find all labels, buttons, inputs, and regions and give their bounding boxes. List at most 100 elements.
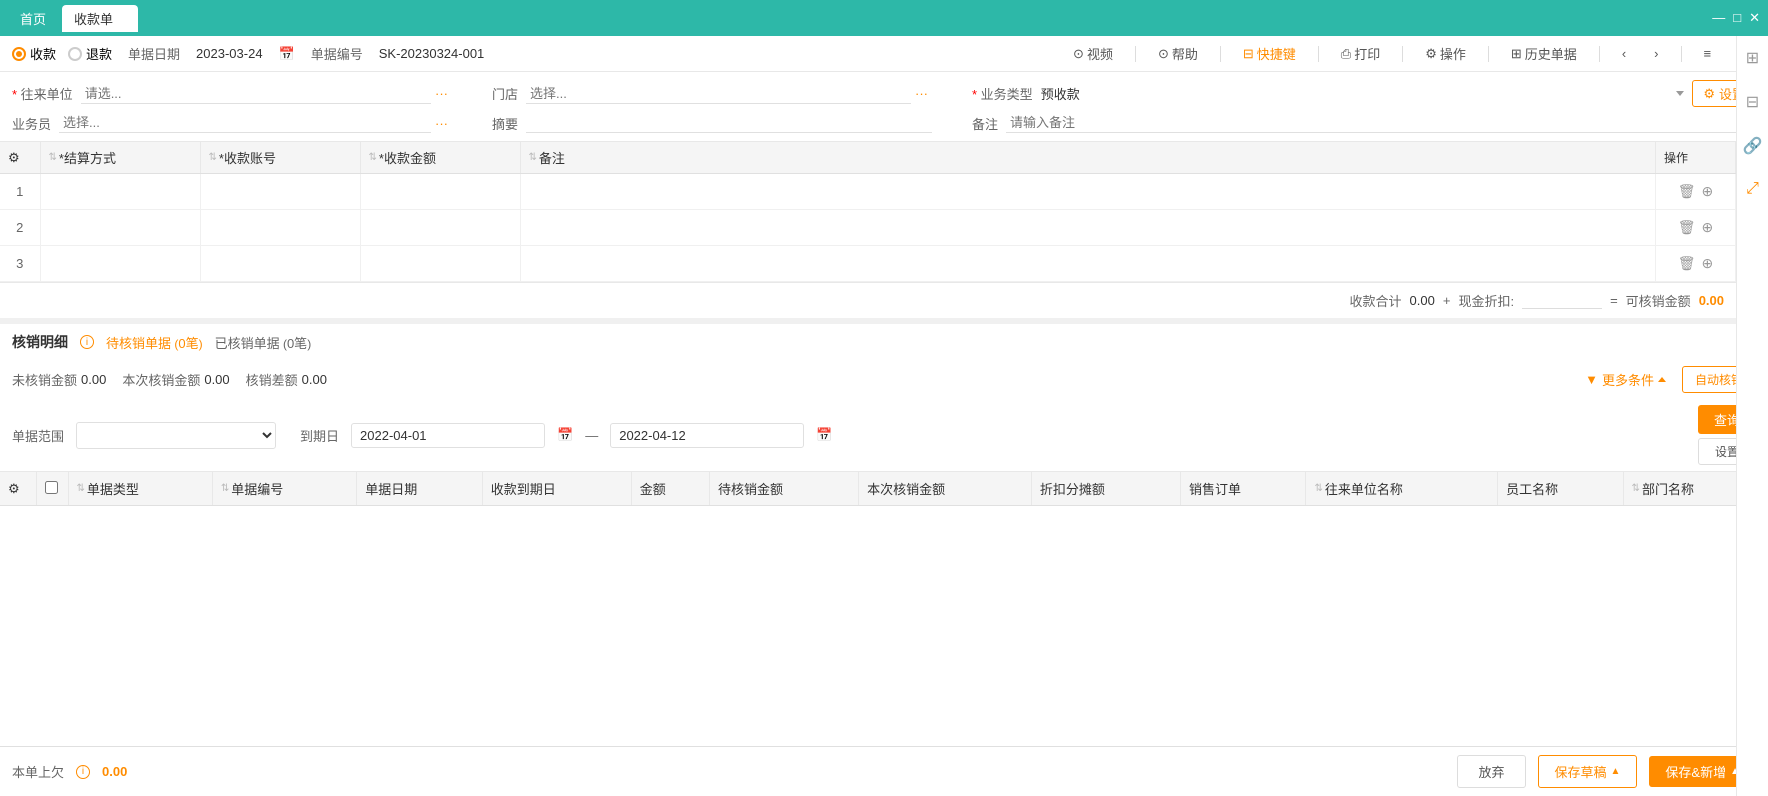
delete-icon-1[interactable]: 🗑 bbox=[1678, 183, 1696, 200]
verify-info-icon[interactable]: i bbox=[80, 335, 94, 349]
copy-icon-1[interactable]: ⊕ bbox=[1702, 183, 1714, 200]
video-icon: ⊙ bbox=[1073, 46, 1084, 62]
plus-label: + bbox=[1443, 293, 1451, 308]
th-account: ⇅ *收款账号 bbox=[200, 142, 360, 174]
biztype-chevron[interactable] bbox=[1676, 91, 1684, 96]
store-input[interactable] bbox=[526, 84, 911, 104]
history-btn[interactable]: ⊞ 历史单据 bbox=[1505, 42, 1583, 65]
calendar-from-icon[interactable]: 📅 bbox=[557, 427, 573, 443]
operation-btn[interactable]: ⚙ 操作 bbox=[1419, 42, 1472, 65]
delete-icon-2[interactable]: 🗑 bbox=[1678, 219, 1696, 236]
sort-dept[interactable]: ⇅ bbox=[1632, 483, 1640, 494]
rp-table-icon[interactable]: ⊞ bbox=[1742, 44, 1763, 72]
delete-icon-3[interactable]: 🗑 bbox=[1678, 255, 1696, 272]
sort-docno[interactable]: ⇅ bbox=[221, 483, 229, 494]
cell-amount-3[interactable] bbox=[360, 246, 520, 282]
verification-table: ⚙ ⇅单据类型 ⇅单据编号 单据日期 收款到期日 金额 待核销金额 本次核销金额… bbox=[0, 472, 1768, 506]
receipt-type-radio: 收款 退款 bbox=[12, 44, 112, 63]
calendar-to-icon[interactable]: 📅 bbox=[816, 427, 832, 443]
list-view-btn[interactable]: ≡ bbox=[1698, 44, 1718, 63]
copy-icon-2[interactable]: ⊕ bbox=[1702, 219, 1714, 236]
staff-input[interactable] bbox=[59, 113, 431, 133]
minimize-icon[interactable]: — bbox=[1712, 10, 1725, 26]
th-gear[interactable]: ⚙ bbox=[0, 142, 40, 174]
save-draft-chevron: ▲ bbox=[1611, 766, 1621, 777]
cell-account-1[interactable] bbox=[200, 174, 360, 210]
counterparty-input[interactable] bbox=[81, 84, 431, 104]
abandon-btn[interactable]: 放弃 bbox=[1457, 755, 1525, 788]
discount-input[interactable] bbox=[1522, 293, 1602, 309]
cell-settlement-2[interactable] bbox=[40, 210, 200, 246]
verified-tab[interactable]: 已核销单据 (0笔) bbox=[215, 333, 312, 352]
shortcut-btn[interactable]: ⊟ 快捷键 bbox=[1237, 42, 1302, 65]
calendar-icon[interactable]: 📅 bbox=[279, 46, 295, 62]
cell-remark-2[interactable] bbox=[520, 210, 1656, 246]
select-all-checkbox[interactable] bbox=[45, 481, 58, 494]
maximize-icon[interactable]: □ bbox=[1733, 10, 1741, 26]
discount-label: 现金折扣: bbox=[1458, 291, 1514, 310]
cell-amount-1[interactable] bbox=[360, 174, 520, 210]
copy-icon-3[interactable]: ⊕ bbox=[1702, 255, 1714, 272]
radio-receipt[interactable]: 收款 bbox=[12, 44, 56, 63]
staff-more[interactable]: ··· bbox=[431, 116, 452, 131]
rp-expand-icon[interactable]: ⤢ bbox=[1742, 176, 1763, 202]
action-cell-3: 🗑 ⊕ bbox=[1656, 246, 1736, 282]
cell-account-2[interactable] bbox=[200, 210, 360, 246]
remark-field: 备注 bbox=[972, 113, 1756, 133]
summary-input[interactable] bbox=[526, 113, 932, 133]
cell-amount-2[interactable] bbox=[360, 210, 520, 246]
next-btn[interactable]: › bbox=[1648, 44, 1664, 63]
limit-info-icon[interactable]: i bbox=[76, 765, 90, 779]
video-btn[interactable]: ⊙ 视频 bbox=[1067, 42, 1119, 65]
main-content: 收款 退款 单据日期 2023-03-24 📅 单据编号 SK-20230324… bbox=[0, 36, 1768, 796]
divider2 bbox=[1220, 46, 1221, 62]
sort-icon[interactable]: ⇅ bbox=[49, 152, 57, 163]
verify-diff: 核销差额 0.00 bbox=[246, 370, 327, 389]
nav-home-tab[interactable]: 首页 bbox=[8, 5, 58, 32]
date-to-input[interactable] bbox=[610, 423, 804, 448]
nav-receipt-tab[interactable]: 收款单 × bbox=[62, 5, 138, 32]
counterparty-label: 往来单位 bbox=[12, 84, 73, 103]
toolbar-row: 收款 退款 单据日期 2023-03-24 📅 单据编号 SK-20230324… bbox=[0, 36, 1768, 72]
top-nav: 首页 收款单 × — □ ✕ bbox=[0, 0, 1768, 36]
cell-settlement-3[interactable] bbox=[40, 246, 200, 282]
pending-verify-tab[interactable]: 待核销单据 (0笔) bbox=[106, 333, 203, 352]
sort-icon-2[interactable]: ⇅ bbox=[209, 152, 217, 163]
unverified-amt-value: 0.00 bbox=[81, 372, 106, 387]
cell-remark-3[interactable] bbox=[520, 246, 1656, 282]
more-conditions-btn[interactable]: ▼ 更多条件 bbox=[1585, 370, 1666, 389]
sort-counterparty[interactable]: ⇅ bbox=[1314, 483, 1322, 494]
range-select[interactable] bbox=[76, 422, 276, 449]
prev-btn[interactable]: ‹ bbox=[1616, 44, 1632, 63]
counterparty-more[interactable]: ··· bbox=[431, 86, 452, 101]
unverified-amt: 未核销金额 0.00 bbox=[12, 370, 106, 389]
window-close-icon[interactable]: ✕ bbox=[1749, 10, 1760, 26]
sort-doctype[interactable]: ⇅ bbox=[77, 483, 85, 494]
store-more[interactable]: ··· bbox=[911, 86, 932, 101]
sort-icon-4[interactable]: ⇅ bbox=[529, 152, 537, 163]
current-verify-value: 0.00 bbox=[204, 372, 229, 387]
help-btn[interactable]: ⊙ 帮助 bbox=[1152, 42, 1204, 65]
bth-current-amt: 本次核销金额 bbox=[859, 472, 1032, 506]
nav-tab-close[interactable]: × bbox=[119, 13, 126, 27]
cell-account-3[interactable] bbox=[200, 246, 360, 282]
radio-refund[interactable]: 退款 bbox=[68, 44, 112, 63]
bth-gear[interactable]: ⚙ bbox=[0, 472, 36, 506]
bottom-gear-icon: ⚙ bbox=[8, 481, 20, 496]
save-draft-btn[interactable]: 保存草稿 ▲ bbox=[1538, 755, 1638, 788]
rp-import-icon[interactable]: ⊟ bbox=[1742, 88, 1763, 116]
date-from-input[interactable] bbox=[351, 423, 545, 448]
filter-row: 单据范围 到期日 📅 — 📅 查询 设置 bbox=[0, 399, 1768, 472]
row-num-3: 3 bbox=[0, 246, 40, 282]
cell-settlement-1[interactable] bbox=[40, 174, 200, 210]
cell-remark-1[interactable] bbox=[520, 174, 1656, 210]
remark-input[interactable] bbox=[1006, 113, 1756, 133]
sort-icon-3[interactable]: ⇅ bbox=[369, 152, 377, 163]
table-row: 2 🗑 ⊕ bbox=[0, 210, 1736, 246]
print-btn[interactable]: ⎙ 打印 bbox=[1335, 42, 1386, 65]
receipt-table: ⚙ ⇅ *结算方式 ⇅ *收款账号 bbox=[0, 142, 1736, 282]
table-row: 1 🗑 ⊕ bbox=[0, 174, 1736, 210]
rp-attachment-icon[interactable]: 🔗 bbox=[1739, 132, 1767, 160]
bth-checkbox[interactable] bbox=[36, 472, 68, 506]
verify-section: 核销明细 i 待核销单据 (0笔) 已核销单据 (0笔) 未核销金额 0.00 … bbox=[0, 318, 1768, 746]
